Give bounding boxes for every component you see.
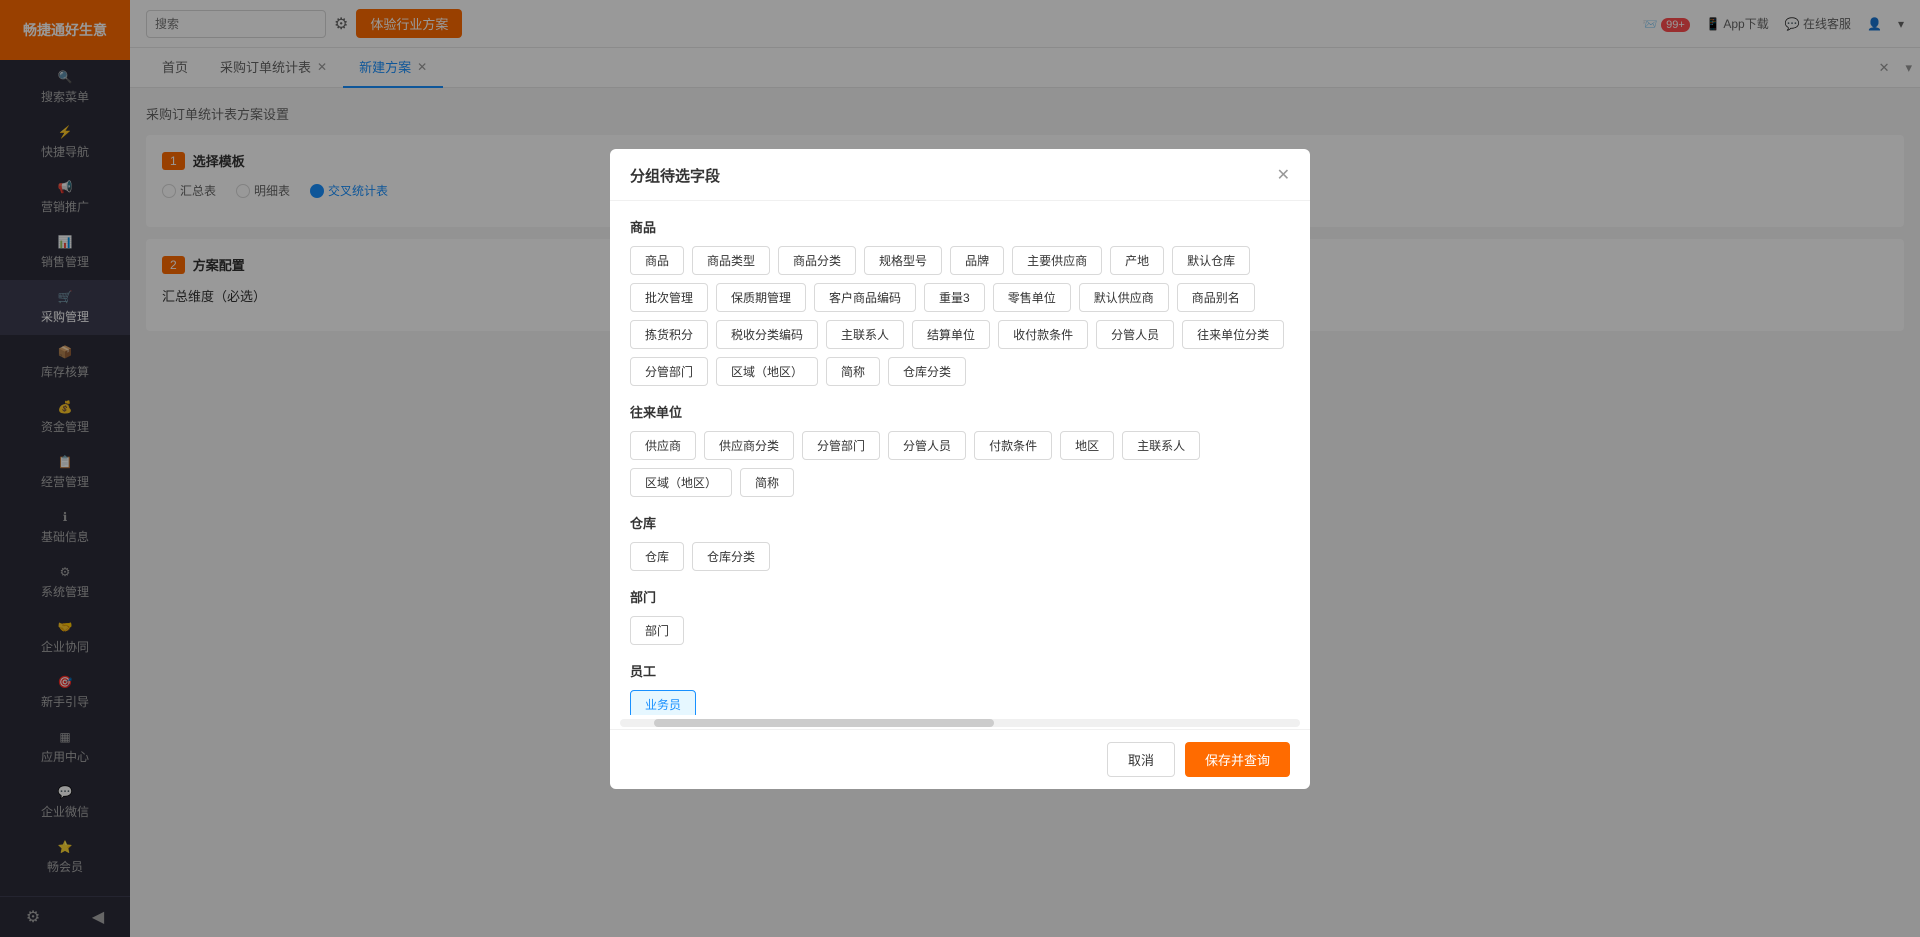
field-tag-partner-dept[interactable]: 分管部门 — [802, 431, 880, 460]
modal-close-icon[interactable]: ✕ — [1277, 165, 1290, 185]
section-employee: 员工 业务员 — [630, 661, 1290, 715]
field-tag-supervisor[interactable]: 分管人员 — [1096, 320, 1174, 349]
partner-field-tags: 供应商 供应商分类 分管部门 分管人员 付款条件 地区 主联系人 区域（地区） … — [630, 431, 1290, 497]
section-product: 商品 商品 商品类型 商品分类 规格型号 品牌 主要供应商 产地 默认仓库 批次… — [630, 217, 1290, 386]
section-warehouse: 仓库 仓库 仓库分类 — [630, 513, 1290, 571]
field-tag-customer-code[interactable]: 客户商品编码 — [814, 283, 916, 312]
field-tag-area[interactable]: 地区 — [1060, 431, 1114, 460]
field-tag-origin[interactable]: 产地 — [1110, 246, 1164, 275]
field-tag-product-alias[interactable]: 商品别名 — [1177, 283, 1255, 312]
section-product-title: 商品 — [630, 217, 1290, 236]
modal-overlay: 分组待选字段 ✕ 商品 商品 商品类型 商品分类 规格型号 品牌 主要供应商 产… — [0, 0, 1920, 937]
modal-title: 分组待选字段 — [630, 165, 720, 186]
field-tag-payment-terms[interactable]: 收付款条件 — [998, 320, 1088, 349]
field-tag-partner-person[interactable]: 分管人员 — [888, 431, 966, 460]
section-dept-title: 部门 — [630, 587, 1290, 606]
field-tag-short-name2[interactable]: 简称 — [740, 468, 794, 497]
employee-field-tags: 业务员 — [630, 690, 1290, 715]
modal-header: 分组待选字段 ✕ — [610, 149, 1310, 201]
field-tag-pick-points[interactable]: 拣货积分 — [630, 320, 708, 349]
section-employee-title: 员工 — [630, 661, 1290, 680]
field-tag-product-category[interactable]: 商品分类 — [778, 246, 856, 275]
section-partner: 往来单位 供应商 供应商分类 分管部门 分管人员 付款条件 地区 主联系人 区域… — [630, 402, 1290, 497]
field-tag-salesperson[interactable]: 业务员 — [630, 690, 696, 715]
section-dept: 部门 部门 — [630, 587, 1290, 645]
field-tag-warehouse[interactable]: 仓库 — [630, 542, 684, 571]
field-tag-dept[interactable]: 部门 — [630, 616, 684, 645]
field-tag-settlement-unit[interactable]: 结算单位 — [912, 320, 990, 349]
cancel-button[interactable]: 取消 — [1107, 742, 1175, 777]
modal-body[interactable]: 商品 商品 商品类型 商品分类 规格型号 品牌 主要供应商 产地 默认仓库 批次… — [610, 201, 1310, 715]
field-tag-supplier-cat[interactable]: 供应商分类 — [704, 431, 794, 460]
field-tag-region2[interactable]: 区域（地区） — [630, 468, 732, 497]
modal-field-selector: 分组待选字段 ✕ 商品 商品 商品类型 商品分类 规格型号 品牌 主要供应商 产… — [610, 149, 1310, 789]
field-tag-warehouse-category[interactable]: 仓库分类 — [888, 357, 966, 386]
field-tag-product[interactable]: 商品 — [630, 246, 684, 275]
field-tag-default-warehouse[interactable]: 默认仓库 — [1172, 246, 1250, 275]
product-field-tags: 商品 商品类型 商品分类 规格型号 品牌 主要供应商 产地 默认仓库 批次管理 … — [630, 246, 1290, 386]
field-tag-product-type[interactable]: 商品类型 — [692, 246, 770, 275]
modal-hscrollbar-track — [620, 719, 1300, 727]
section-warehouse-title: 仓库 — [630, 513, 1290, 532]
field-tag-partner-category[interactable]: 往来单位分类 — [1182, 320, 1284, 349]
field-tag-weight3[interactable]: 重量3 — [924, 283, 985, 312]
dept-field-tags: 部门 — [630, 616, 1290, 645]
field-tag-retail-unit[interactable]: 零售单位 — [993, 283, 1071, 312]
field-tag-pay-condition[interactable]: 付款条件 — [974, 431, 1052, 460]
confirm-button[interactable]: 保存并查询 — [1185, 742, 1290, 777]
field-tag-spec-model[interactable]: 规格型号 — [864, 246, 942, 275]
field-tag-main-supplier[interactable]: 主要供应商 — [1012, 246, 1102, 275]
field-tag-main-contact[interactable]: 主联系人 — [826, 320, 904, 349]
field-tag-dept-managed[interactable]: 分管部门 — [630, 357, 708, 386]
field-tag-region[interactable]: 区域（地区） — [716, 357, 818, 386]
modal-hscroll-area[interactable] — [610, 715, 1310, 729]
field-tag-batch-mgmt[interactable]: 批次管理 — [630, 283, 708, 312]
field-tag-short-name[interactable]: 简称 — [826, 357, 880, 386]
field-tag-shelf-life[interactable]: 保质期管理 — [716, 283, 806, 312]
modal-hscrollbar-thumb[interactable] — [654, 719, 994, 727]
field-tag-main-contact2[interactable]: 主联系人 — [1122, 431, 1200, 460]
section-partner-title: 往来单位 — [630, 402, 1290, 421]
field-tag-supplier[interactable]: 供应商 — [630, 431, 696, 460]
field-tag-warehouse-cat[interactable]: 仓库分类 — [692, 542, 770, 571]
modal-footer: 取消 保存并查询 — [610, 729, 1310, 789]
field-tag-brand[interactable]: 品牌 — [950, 246, 1004, 275]
field-tag-tax-code[interactable]: 税收分类编码 — [716, 320, 818, 349]
warehouse-field-tags: 仓库 仓库分类 — [630, 542, 1290, 571]
field-tag-default-supplier[interactable]: 默认供应商 — [1079, 283, 1169, 312]
